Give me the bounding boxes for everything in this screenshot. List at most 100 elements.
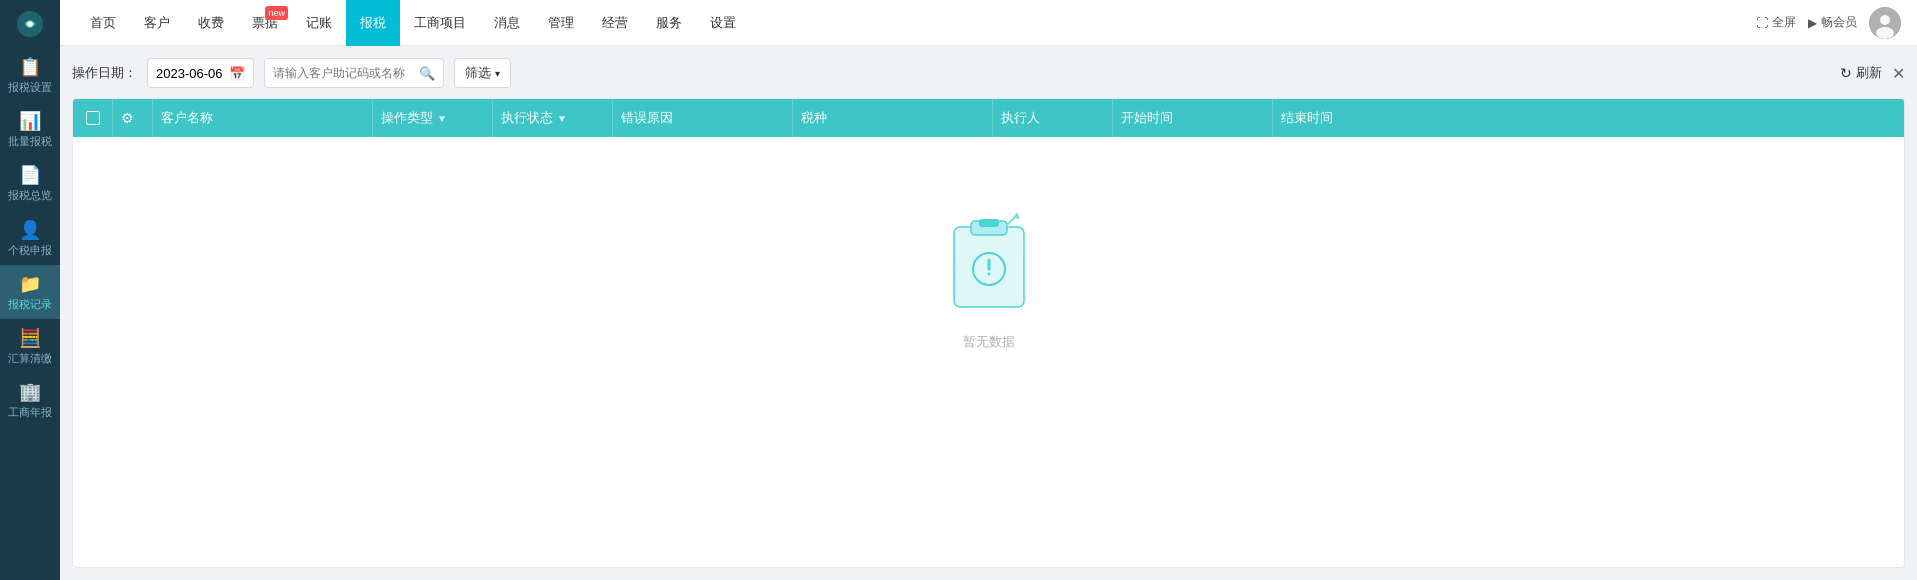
member-label: 畅会员 xyxy=(1821,14,1857,31)
svg-point-10 xyxy=(987,273,990,276)
sidebar-label-huisuan-jiaona: 汇算清缴 xyxy=(8,352,52,365)
fullscreen-icon: ⛶ xyxy=(1756,16,1768,30)
topnav-label-jingying: 经营 xyxy=(602,14,628,32)
settings-icon: ⚙ xyxy=(121,110,134,126)
topnav-label-home: 首页 xyxy=(90,14,116,32)
sort-icon-operation: ▼ xyxy=(437,113,447,124)
refresh-label: 刷新 xyxy=(1856,64,1882,82)
empty-state: 暂无数据 xyxy=(73,137,1904,391)
sidebar-item-piliang-baoshui[interactable]: 📊 批量报税 xyxy=(0,102,60,156)
toolbar-right: ↻ 刷新 ✕ xyxy=(1840,64,1905,83)
sort-icon-status: ▼ xyxy=(557,113,567,124)
topnav-item-baoshui[interactable]: 报税 xyxy=(346,0,400,46)
th-settings: ⚙ xyxy=(113,99,153,137)
th-end-time-label: 结束时间 xyxy=(1281,109,1333,127)
table-body: 暂无数据 xyxy=(73,137,1904,563)
search-box[interactable]: 🔍 xyxy=(264,58,444,88)
main-area: 首页 客户 收费票据new 记账 报税 工商项目 消息 管理 经营 服务设置 ⛶ 全屏 ▶ 畅会员 xyxy=(60,0,1917,580)
th-tax-type: 税种 xyxy=(793,99,993,137)
search-input[interactable] xyxy=(273,66,413,80)
svg-marker-12 xyxy=(1013,212,1020,219)
sidebar-icon-piliang-baoshui: 📊 xyxy=(19,110,41,132)
close-button[interactable]: ✕ xyxy=(1892,64,1905,83)
sidebar-label-piliang-baoshui: 批量报税 xyxy=(8,135,52,148)
refresh-icon: ↻ xyxy=(1840,65,1852,81)
topnav-item-gongshang[interactable]: 工商项目 xyxy=(400,0,480,46)
sidebar-item-huisuan-jiaona[interactable]: 🧮 汇算清缴 xyxy=(0,319,60,373)
topnav-item-shezhi[interactable]: 设置 xyxy=(696,0,750,46)
topnav-label-customer: 客户 xyxy=(144,14,170,32)
avatar[interactable] xyxy=(1869,7,1901,39)
topnav-item-jizh[interactable]: 记账 xyxy=(292,0,346,46)
sidebar-label-geshuishenbao: 个税申报 xyxy=(8,244,52,257)
th-operation-type[interactable]: 操作类型 ▼ xyxy=(373,99,493,137)
topnav-label-xiaoxi: 消息 xyxy=(494,14,520,32)
topnav-label-gongshang: 工商项目 xyxy=(414,14,466,32)
empty-illustration xyxy=(929,197,1049,317)
sidebar-label-baoshui-shezhi: 报税设置 xyxy=(8,81,52,94)
sidebar-logo xyxy=(0,0,60,48)
table-container: ⚙ 客户名称 操作类型 ▼ 执行状态 ▼ 错误原因 税种 xyxy=(72,98,1905,568)
topnav-label-shoufei: 收费 xyxy=(198,14,224,32)
table-header: ⚙ 客户名称 操作类型 ▼ 执行状态 ▼ 错误原因 税种 xyxy=(73,99,1904,137)
sidebar: 📋 报税设置 📊 批量报税 📄 报税总览 👤 个税申报 📁 报税记录 🧮 汇算清… xyxy=(0,0,60,580)
topnav-item-xiaoxi[interactable]: 消息 xyxy=(480,0,534,46)
member-icon: ▶ xyxy=(1808,16,1817,30)
topnav: 首页 客户 收费票据new 记账 报税 工商项目 消息 管理 经营 服务设置 ⛶ 全屏 ▶ 畅会员 xyxy=(60,0,1917,46)
sidebar-label-gongshang-nianbao: 工商年报 xyxy=(8,406,52,419)
empty-text: 暂无数据 xyxy=(963,333,1015,351)
select-all-checkbox[interactable] xyxy=(86,111,100,125)
sidebar-item-baoshui-zonlan[interactable]: 📄 报税总览 xyxy=(0,156,60,210)
date-input[interactable]: 2023-06-06 📅 xyxy=(147,58,254,88)
topnav-label-jizh: 记账 xyxy=(306,14,332,32)
th-client-name: 客户名称 xyxy=(153,99,373,137)
sidebar-item-baoshui-jilu[interactable]: 📁 报税记录 xyxy=(0,265,60,319)
svg-point-3 xyxy=(1880,15,1890,25)
th-client-name-label: 客户名称 xyxy=(161,109,213,127)
th-error-reason: 错误原因 xyxy=(613,99,793,137)
svg-point-4 xyxy=(1876,27,1894,39)
topnav-item-piao[interactable]: 票据new xyxy=(238,0,292,46)
refresh-button[interactable]: ↻ 刷新 xyxy=(1840,64,1882,82)
topnav-item-guanli[interactable]: 管理 xyxy=(534,0,588,46)
th-error-reason-label: 错误原因 xyxy=(621,109,673,127)
svg-rect-7 xyxy=(979,219,999,227)
topnav-item-shoufei[interactable]: 收费 xyxy=(184,0,238,46)
sidebar-item-geshuishenbao[interactable]: 👤 个税申报 xyxy=(0,211,60,265)
filter-button[interactable]: 筛选 ▾ xyxy=(454,58,511,88)
topnav-item-jingying[interactable]: 经营 xyxy=(588,0,642,46)
topnav-item-customer[interactable]: 客户 xyxy=(130,0,184,46)
sidebar-label-baoshui-jilu: 报税记录 xyxy=(8,298,52,311)
sidebar-icon-baoshui-shezhi: 📋 xyxy=(19,56,41,78)
topnav-label-guanli: 管理 xyxy=(548,14,574,32)
th-execution-status[interactable]: 执行状态 ▼ xyxy=(493,99,613,137)
topnav-item-fuwu[interactable]: 服务 xyxy=(642,0,696,46)
fullscreen-btn[interactable]: ⛶ 全屏 xyxy=(1756,14,1796,31)
sidebar-item-baoshui-shezhi[interactable]: 📋 报税设置 xyxy=(0,48,60,102)
fullscreen-label: 全屏 xyxy=(1772,14,1796,31)
sidebar-icon-baoshui-jilu: 📁 xyxy=(19,273,41,295)
filter-label: 筛选 xyxy=(465,64,491,82)
calendar-icon: 📅 xyxy=(229,66,245,81)
th-checkbox[interactable] xyxy=(73,99,113,137)
member-btn[interactable]: ▶ 畅会员 xyxy=(1808,14,1857,31)
sidebar-item-gongshang-nianbao[interactable]: 🏢 工商年报 xyxy=(0,373,60,427)
th-tax-type-label: 税种 xyxy=(801,109,827,127)
th-end-time: 结束时间 xyxy=(1273,99,1433,137)
sidebar-icon-baoshui-zonlan: 📄 xyxy=(19,164,41,186)
th-start-time: 开始时间 xyxy=(1113,99,1273,137)
topnav-label-baoshui: 报税 xyxy=(360,14,386,32)
sidebar-icon-gongshang-nianbao: 🏢 xyxy=(19,381,41,403)
topnav-item-home[interactable]: 首页 xyxy=(76,0,130,46)
topnav-label-fuwu: 服务 xyxy=(656,14,682,32)
toolbar: 操作日期： 2023-06-06 📅 🔍 筛选 ▾ ↻ 刷新 ✕ xyxy=(72,58,1905,88)
sidebar-label-baoshui-zonlan: 报税总览 xyxy=(8,189,52,202)
sidebar-icon-geshuishenbao: 👤 xyxy=(19,219,41,241)
search-icon: 🔍 xyxy=(419,66,435,81)
th-execution-status-label: 执行状态 xyxy=(501,109,553,127)
th-executor-label: 执行人 xyxy=(1001,109,1040,127)
content: 操作日期： 2023-06-06 📅 🔍 筛选 ▾ ↻ 刷新 ✕ xyxy=(60,46,1917,580)
topnav-right: ⛶ 全屏 ▶ 畅会员 xyxy=(1756,7,1901,39)
date-value: 2023-06-06 xyxy=(156,66,223,81)
sidebar-icon-huisuan-jiaona: 🧮 xyxy=(19,327,41,349)
